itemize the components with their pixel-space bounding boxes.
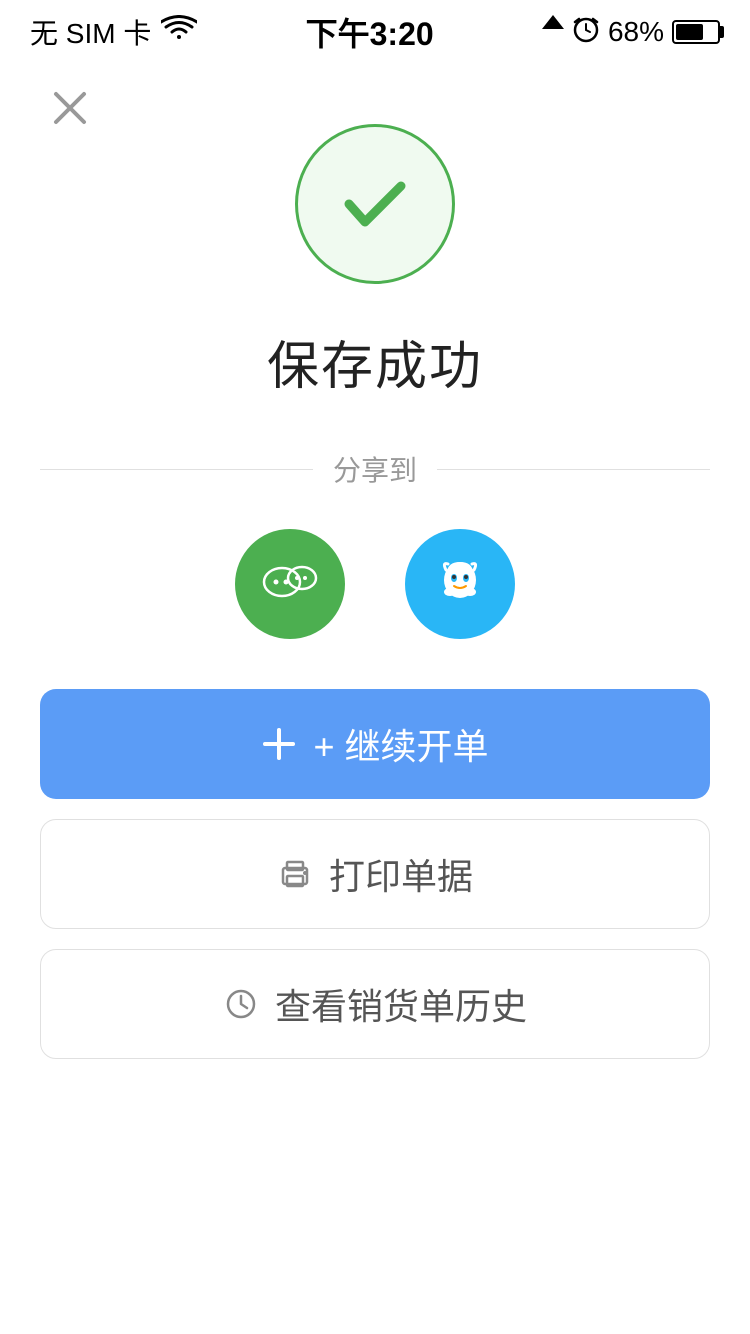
share-divider: 分享到 <box>40 449 710 489</box>
success-title: 保存成功 <box>267 324 483 399</box>
continue-order-label: + 继续开单 <box>313 718 488 770</box>
history-icon <box>223 986 259 1022</box>
battery-icon <box>672 20 720 44</box>
wechat-icon <box>258 552 322 616</box>
location-icon <box>542 15 564 50</box>
print-button[interactable]: 打印单据 <box>40 819 710 929</box>
share-section: 分享到 <box>0 449 750 639</box>
qq-share-button[interactable] <box>405 529 515 639</box>
print-icon <box>277 856 313 892</box>
status-right: 68% <box>542 15 720 50</box>
carrier-text: 无 SIM 卡 <box>30 12 151 52</box>
wechat-share-button[interactable] <box>235 529 345 639</box>
checkmark-icon <box>335 164 415 244</box>
continue-order-button[interactable]: + 继续开单 <box>40 689 710 799</box>
alarm-icon <box>572 15 600 50</box>
battery-percent: 68% <box>608 16 664 48</box>
plus-icon <box>261 726 297 762</box>
status-left: 无 SIM 卡 <box>30 12 197 52</box>
main-content: 保存成功 分享到 <box>0 64 750 1059</box>
print-label: 打印单据 <box>329 848 473 900</box>
history-label: 查看销货单历史 <box>275 978 527 1030</box>
wifi-icon <box>161 15 197 50</box>
share-label: 分享到 <box>333 449 417 489</box>
status-time: 下午3:20 <box>306 9 434 55</box>
close-button[interactable] <box>40 78 100 138</box>
qq-icon <box>428 552 492 616</box>
status-bar: 无 SIM 卡 下午3:20 68% <box>0 0 750 64</box>
success-circle <box>295 124 455 284</box>
history-button[interactable]: 查看销货单历史 <box>40 949 710 1059</box>
share-icons <box>40 529 710 639</box>
action-buttons: + 继续开单 打印单据 查看销货单历史 <box>0 689 750 1059</box>
